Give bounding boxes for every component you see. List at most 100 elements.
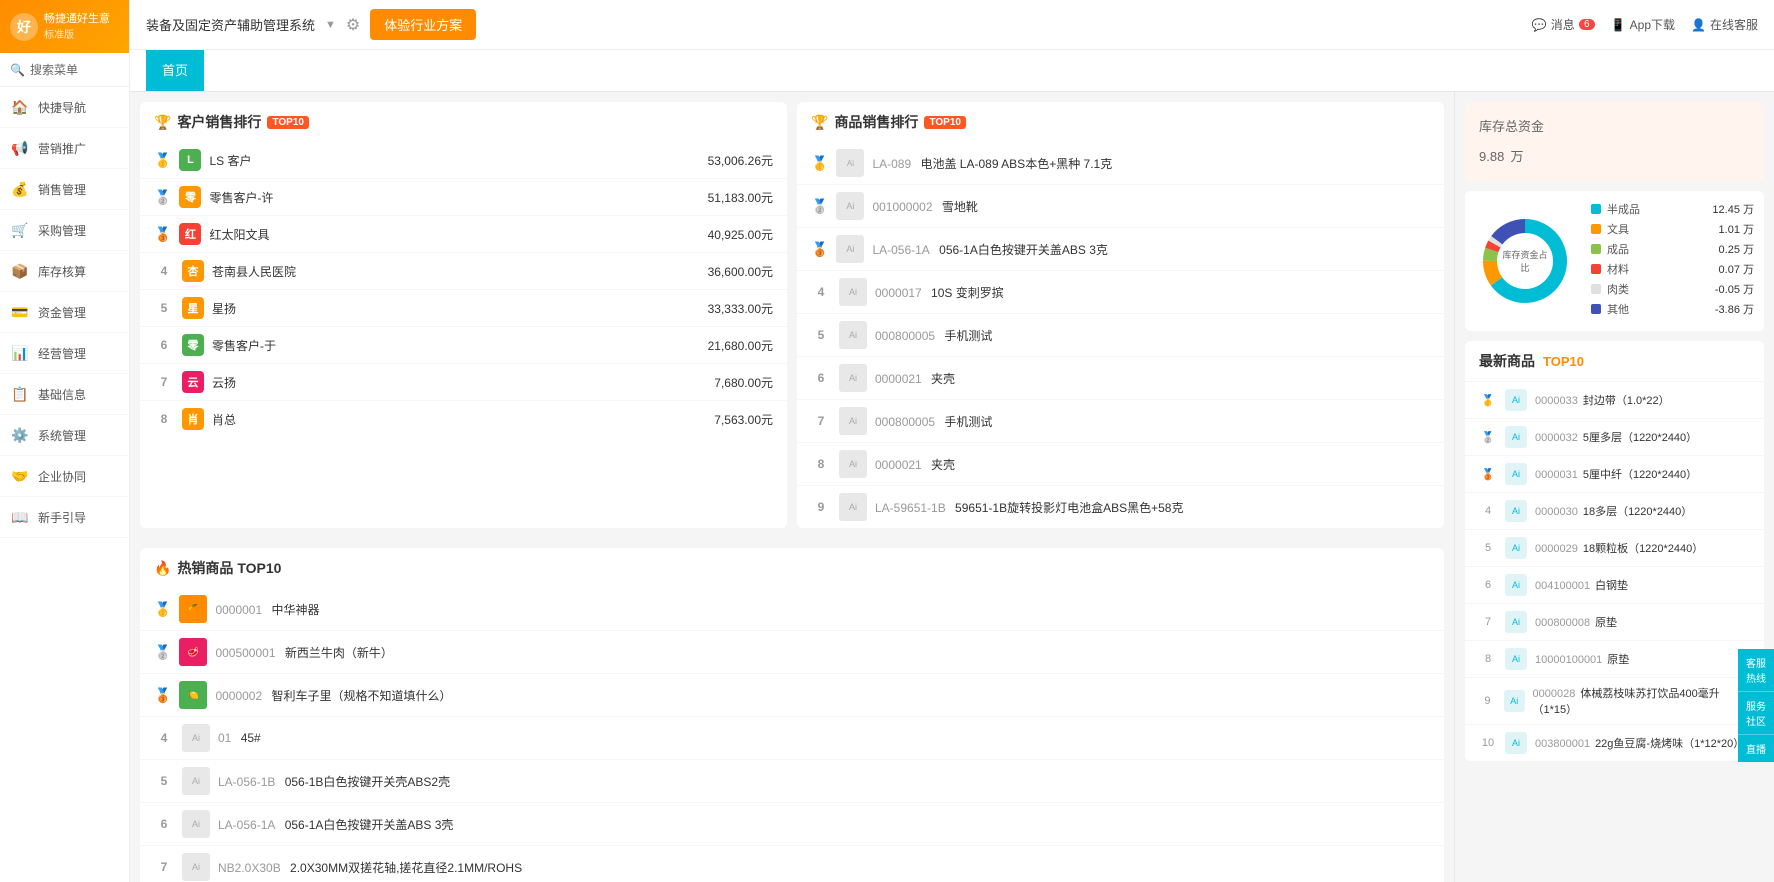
- product-img: 🥩: [179, 638, 207, 666]
- latest-top10-label: TOP10: [1543, 354, 1584, 369]
- product-info: LA-056-1B 056-1B白色按键开关壳ABS2壳: [218, 773, 1430, 790]
- medal-icon: 🥈: [811, 198, 828, 215]
- left-panel: 🏆 客户销售排行 TOP10 🥇 L LS 客户 53,006.26元: [130, 92, 1454, 882]
- rank-number: 4: [811, 285, 831, 299]
- product-info: LA-056-1A 056-1A白色按键开关盖ABS 3克: [872, 241, 1430, 258]
- app-logo: 好: [10, 13, 38, 41]
- finance-icon: 💳: [10, 302, 30, 322]
- table-row: 🥈 零 零售客户-许 51,183.00元: [140, 179, 787, 216]
- latest-products-header: 最新商品 TOP10: [1465, 341, 1764, 382]
- legend-dot: [1591, 224, 1601, 234]
- table-row: 8 Ai 0000021 夹壳: [797, 443, 1444, 486]
- online-service-button[interactable]: 👤 在线客服: [1691, 16, 1758, 33]
- message-button[interactable]: 💬 消息 6: [1532, 16, 1595, 33]
- sidebar-item-basic-info[interactable]: 📋 基础信息: [0, 374, 129, 415]
- sidebar-item-inventory[interactable]: 📦 库存核算: [0, 251, 129, 292]
- legend-label: 半成品: [1607, 201, 1640, 217]
- product-info: 0000021 夹壳: [875, 456, 1430, 473]
- sidebar-search[interactable]: 🔍 搜索菜单: [0, 53, 129, 87]
- legend-dot: [1591, 204, 1601, 214]
- product-info: LA-056-1A 056-1A白色按键开关盖ABS 3壳: [218, 816, 1430, 833]
- trial-button[interactable]: 体验行业方案: [370, 9, 476, 40]
- sidebar-item-purchase[interactable]: 🛒 采购管理: [0, 210, 129, 251]
- list-item: 🥇 🍊 0000001 中华神器: [140, 588, 1444, 631]
- inventory-amount: 9.88 万: [1479, 141, 1750, 167]
- product-img: Ai: [839, 321, 867, 349]
- rank-number: 6: [154, 338, 174, 352]
- purchase-icon: 🛒: [10, 220, 30, 240]
- sidebar-item-finance[interactable]: 💳 资金管理: [0, 292, 129, 333]
- product-info: 0000033封边带（1.0*22）: [1535, 392, 1670, 408]
- search-label: 搜索菜单: [30, 61, 78, 78]
- hot-products-card: 🔥 热销商品 TOP10 🥇 🍊 0000001 中华神器 🥈 🥩 000500…: [140, 548, 1444, 882]
- rank-number: 7: [811, 414, 831, 428]
- avatar: 红: [179, 223, 201, 245]
- avatar: 星: [182, 297, 204, 319]
- app-name: 畅捷通好生意: [44, 12, 110, 26]
- donut-chart: 库存资金占比: [1475, 211, 1575, 311]
- customer-amount: 53,006.26元: [708, 152, 773, 169]
- list-item: 9 Ai 0000028体械荔枝味苏打饮品400毫升（1*15）: [1465, 678, 1764, 725]
- customer-name: 云扬: [212, 374, 706, 391]
- latest-title: 最新商品: [1479, 351, 1535, 371]
- top10-badge-product: TOP10: [924, 116, 966, 129]
- system-name[interactable]: 装备及固定资产辅助管理系统: [146, 15, 315, 34]
- table-row: 🥇 L LS 客户 53,006.26元: [140, 142, 787, 179]
- settings-icon[interactable]: ⚙: [346, 15, 360, 35]
- table-row: 🥇 Ai LA-089 电池盖 LA-089 ABS本色+黑种 7.1克: [797, 142, 1444, 185]
- table-row: 9 Ai LA-59651-1B 59651-1B旋转投影灯电池盒ABS黑色+5…: [797, 486, 1444, 528]
- message-badge: 6: [1579, 19, 1595, 30]
- sidebar-item-cooperation[interactable]: 🤝 企业协同: [0, 456, 129, 497]
- nav-label-operations: 经营管理: [38, 345, 86, 362]
- rank-number: 4: [154, 264, 174, 278]
- product-img: Ai: [836, 192, 864, 220]
- nav-label-purchase: 采购管理: [38, 222, 86, 239]
- legend-item: 成品 0.25 万: [1591, 241, 1754, 257]
- operations-icon: 📊: [10, 343, 30, 363]
- customer-name: 零售客户-于: [212, 337, 700, 354]
- float-btn-live[interactable]: 直播: [1738, 735, 1774, 762]
- product-img: Ai: [182, 810, 210, 838]
- sidebar-item-system[interactable]: ⚙️ 系统管理: [0, 415, 129, 456]
- sidebar: 好 畅捷通好生意 标准版 🔍 搜索菜单 🏠 快捷导航 📢 营销推广 💰 销售管理…: [0, 0, 130, 882]
- table-row: 8 肖 肖总 7,563.00元: [140, 401, 787, 437]
- product-img: 🍋: [179, 681, 207, 709]
- tab-home[interactable]: 首页: [146, 50, 204, 91]
- rank-number: 10: [1479, 737, 1497, 749]
- app-download-button[interactable]: 📱 App下载: [1611, 16, 1675, 33]
- product-info: 004100001白钢垫: [1535, 577, 1628, 593]
- list-item: 4 Ai 01 45#: [140, 717, 1444, 760]
- rank-number: 8: [1479, 653, 1497, 665]
- sidebar-item-marketing[interactable]: 📢 营销推广: [0, 128, 129, 169]
- sidebar-item-operations[interactable]: 📊 经营管理: [0, 333, 129, 374]
- service-icon: 👤: [1691, 18, 1706, 32]
- dropdown-icon[interactable]: ▼: [325, 19, 336, 31]
- product-info: 000800005 手机测试: [875, 413, 1430, 430]
- list-item: 🥇 Ai 0000033封边带（1.0*22）: [1465, 382, 1764, 419]
- product-info: 000002918颗粒板（1220*2440）: [1535, 540, 1703, 556]
- sidebar-item-quick-nav[interactable]: 🏠 快捷导航: [0, 87, 129, 128]
- table-row: 4 Ai 0000017 10S 变刺罗摈: [797, 271, 1444, 314]
- product-info: 000003018多层（1220*2440）: [1535, 503, 1692, 519]
- legend-value: -3.86 万: [1715, 301, 1754, 317]
- rank-number: 🥉: [1479, 468, 1497, 481]
- product-info: 01 45#: [218, 731, 1430, 745]
- float-btn-community[interactable]: 服务社区: [1738, 692, 1774, 735]
- customer-amount: 7,563.00元: [714, 411, 773, 428]
- nav-label-quick-nav: 快捷导航: [38, 99, 86, 116]
- sidebar-item-guide[interactable]: 📖 新手引导: [0, 497, 129, 538]
- nav-label-basic-info: 基础信息: [38, 386, 86, 403]
- rank-number: 9: [1479, 695, 1496, 707]
- rank-number: 8: [154, 412, 174, 426]
- legend-dot: [1591, 284, 1601, 294]
- float-btn-customer-service[interactable]: 客服热线: [1738, 649, 1774, 692]
- medal-icon: 🥇: [154, 601, 171, 618]
- donut-container: 库存资金占比 半成品 12.45 万 文具 1.01 万: [1465, 191, 1764, 331]
- legend-value: -0.05 万: [1715, 281, 1754, 297]
- table-row: 6 零 零售客户-于 21,680.00元: [140, 327, 787, 364]
- product-img: Ai: [182, 724, 210, 752]
- fire-icon: 🔥: [154, 560, 171, 577]
- rank-number: 4: [154, 731, 174, 745]
- sidebar-item-sales[interactable]: 💰 销售管理: [0, 169, 129, 210]
- product-img: Ai: [839, 278, 867, 306]
